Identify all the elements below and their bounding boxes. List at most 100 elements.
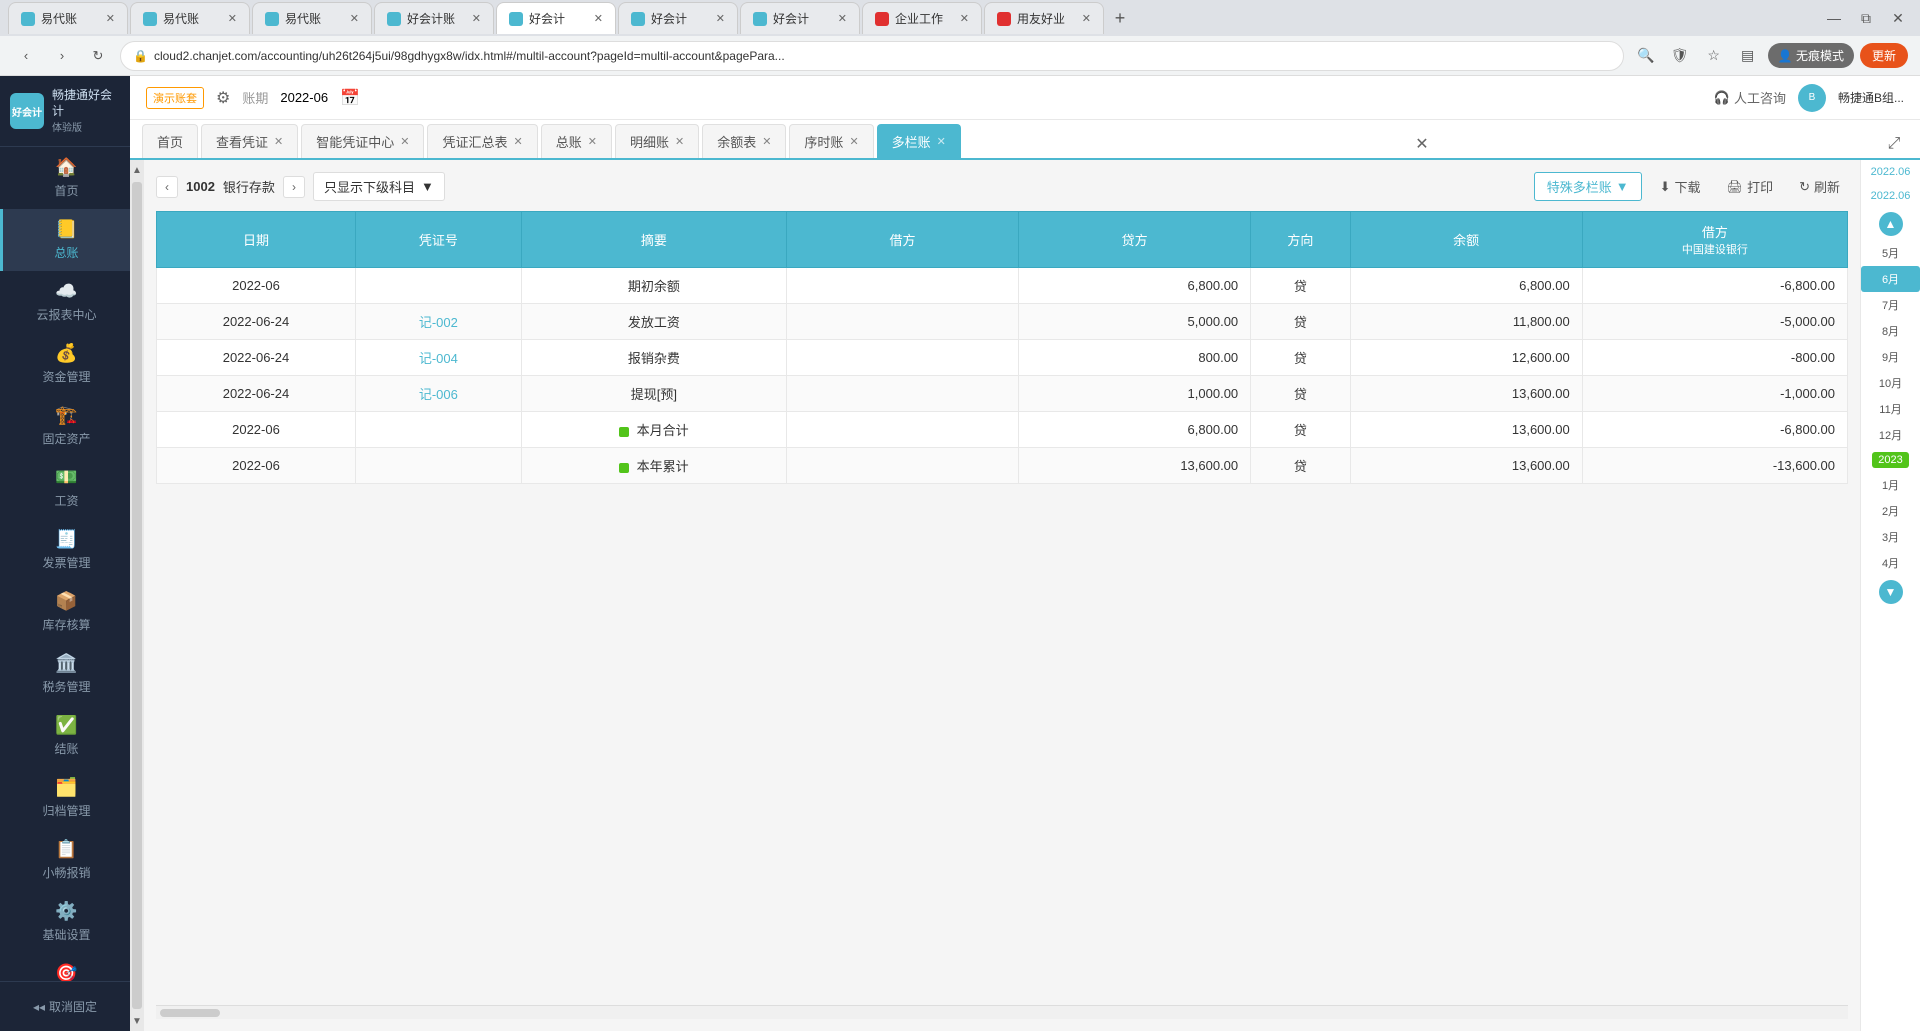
tab-general-ledger[interactable]: 总账 ✕ (541, 124, 612, 158)
calendar-icon[interactable]: 📅 (340, 88, 360, 108)
star-icon[interactable]: ☆ (1700, 42, 1728, 70)
browser-tab-9[interactable]: 用友好业 ✕ (984, 2, 1104, 34)
refresh-button[interactable]: ↻ 刷新 (1791, 173, 1848, 200)
account-prev-button[interactable]: ‹ (156, 176, 178, 198)
pin-button[interactable]: ◂◂ 取消固定 (10, 992, 120, 1021)
expand-panel-button[interactable]: ⤢ (1880, 130, 1908, 158)
sidebar-item-invoice[interactable]: 🧾 发票管理 (0, 519, 130, 581)
sidebar-item-archive[interactable]: 🗂️ 归档管理 (0, 767, 130, 829)
tab-detail-ledger[interactable]: 明细账 ✕ (615, 124, 699, 158)
timeline-month-11[interactable]: 11月 (1861, 396, 1920, 422)
timeline-up-button[interactable]: ▲ (1879, 212, 1903, 236)
browser-tab-5[interactable]: 好会计 ✕ (496, 2, 616, 34)
tab-close-1[interactable]: ✕ (106, 12, 115, 25)
timeline-month-4-2023[interactable]: 4月 (1861, 550, 1920, 576)
sidebar-item-settings[interactable]: ⚙️ 基础设置 (0, 891, 130, 953)
sidebar-item-home[interactable]: 🏠 首页 (0, 147, 130, 209)
sidebar-item-close[interactable]: ✅ 结账 (0, 705, 130, 767)
voucher-link-1[interactable]: 记-002 (419, 315, 458, 330)
scroll-thumb[interactable] (132, 182, 142, 1009)
vertical-scrollbar[interactable]: ▲ ▼ (130, 160, 144, 1031)
settings-toolbar-icon[interactable]: ⚙ (216, 88, 230, 108)
timeline-month-3-2023[interactable]: 3月 (1861, 524, 1920, 550)
consult-button[interactable]: 🎧 人工咨询 (1714, 88, 1786, 107)
search-icon[interactable]: 🔍 (1632, 42, 1660, 70)
browser-tab-6[interactable]: 好会计 ✕ (618, 2, 738, 34)
wuhen-button[interactable]: 👤 无痕模式 (1768, 43, 1854, 68)
browser-tab-3[interactable]: 易代账 ✕ (252, 2, 372, 34)
sidebar-item-expense[interactable]: 📋 小畅报销 (0, 829, 130, 891)
user-name[interactable]: 畅捷通B组... (1838, 89, 1904, 106)
browser-tab-4[interactable]: 好会计账 ✕ (374, 2, 494, 34)
browser-tab-7[interactable]: 好会计 ✕ (740, 2, 860, 34)
tab-balance[interactable]: 余额表 ✕ (702, 124, 786, 158)
user-avatar[interactable]: B (1798, 84, 1826, 112)
browser-tab-1[interactable]: 易代账 ✕ (8, 2, 128, 34)
tab-sequence[interactable]: 序时账 ✕ (789, 124, 873, 158)
tab-close-balance[interactable]: ✕ (762, 135, 771, 148)
sidebar-item-assets[interactable]: 🏗️ 固定资产 (0, 395, 130, 457)
tab-close-voucher[interactable]: ✕ (274, 135, 283, 148)
sidebar-item-ledger[interactable]: 📒 总账 (0, 209, 130, 271)
tab-close-multi[interactable]: ✕ (937, 135, 946, 148)
url-input[interactable]: 🔒 cloud2.chanjet.com/accounting/uh26t264… (120, 41, 1624, 71)
restore-button[interactable]: ⧉ (1852, 4, 1880, 32)
update-button[interactable]: 更新 (1860, 43, 1908, 68)
timeline-year-2023[interactable]: 2023 (1872, 452, 1908, 468)
refresh-nav-button[interactable]: ↻ (84, 42, 112, 70)
timeline-month-6[interactable]: 6月 (1861, 266, 1920, 292)
timeline-month-8[interactable]: 8月 (1861, 318, 1920, 344)
print-button[interactable]: 🖨 打印 (1719, 173, 1782, 200)
tab-close-detail[interactable]: ✕ (675, 135, 684, 148)
voucher-link-3[interactable]: 记-006 (419, 387, 458, 402)
tab-close-8[interactable]: ✕ (960, 12, 969, 25)
timeline-month-12[interactable]: 12月 (1861, 422, 1920, 448)
sidebar-item-salary[interactable]: 💵 工资 (0, 457, 130, 519)
tab-smart-voucher[interactable]: 智能凭证中心 ✕ (301, 124, 424, 158)
tab-close-4[interactable]: ✕ (472, 12, 481, 25)
tab-multi-column[interactable]: 多栏账 ✕ (877, 124, 961, 158)
tab-close-7[interactable]: ✕ (838, 12, 847, 25)
tab-close-6[interactable]: ✕ (716, 12, 725, 25)
timeline-month-10[interactable]: 10月 (1861, 370, 1920, 396)
sidebar-item-tax[interactable]: 🏛️ 税务管理 (0, 643, 130, 705)
scroll-up-button[interactable]: ▲ (130, 160, 144, 180)
timeline-month-7[interactable]: 7月 (1861, 292, 1920, 318)
new-tab-button[interactable]: + (1106, 4, 1134, 32)
tab-close-smart[interactable]: ✕ (400, 135, 409, 148)
demo-badge[interactable]: 演示账套 (146, 87, 204, 109)
voucher-link-2[interactable]: 记-004 (419, 351, 458, 366)
timeline-month-5[interactable]: 5月 (1861, 240, 1920, 266)
tab-home[interactable]: 首页 (142, 124, 198, 158)
sidebar-item-guide[interactable]: 🎯 新手引导 (0, 953, 130, 981)
minimize-button[interactable]: — (1820, 4, 1848, 32)
download-button[interactable]: ⬇ 下载 (1652, 173, 1709, 200)
browser-tab-8[interactable]: 企业工作 ✕ (862, 2, 982, 34)
browser-tab-2[interactable]: 易代账 ✕ (130, 2, 250, 34)
back-button[interactable]: ‹ (12, 42, 40, 70)
collapse-tabs-button[interactable]: ✕ (1408, 130, 1436, 158)
multi-col-button[interactable]: 特殊多栏账 ▼ (1534, 172, 1642, 201)
timeline-month-9[interactable]: 9月 (1861, 344, 1920, 370)
scroll-down-button[interactable]: ▼ (130, 1011, 144, 1031)
tab-voucher-summary[interactable]: 凭证汇总表 ✕ (427, 124, 537, 158)
sidebar-item-report[interactable]: ☁️ 云报表中心 (0, 271, 130, 333)
horizontal-scrollbar[interactable] (156, 1005, 1848, 1019)
timeline-header-2[interactable]: 2022.06 (1867, 184, 1915, 208)
sidebar-item-finance[interactable]: 💰 资金管理 (0, 333, 130, 395)
forward-button[interactable]: › (48, 42, 76, 70)
timeline-month-2-2023[interactable]: 2月 (1861, 498, 1920, 524)
tab-close-5[interactable]: ✕ (594, 12, 603, 25)
timeline-header-1[interactable]: 2022.06 (1867, 160, 1915, 184)
scrollbar-thumb[interactable] (160, 1009, 220, 1017)
subject-filter-dropdown[interactable]: 只显示下级科目 ▼ (313, 172, 445, 201)
sidebar-item-inventory[interactable]: 📦 库存核算 (0, 581, 130, 643)
sidebar-toggle-icon[interactable]: ▤ (1734, 42, 1762, 70)
tab-close-3[interactable]: ✕ (350, 12, 359, 25)
tab-close-general[interactable]: ✕ (588, 135, 597, 148)
tab-close-summary[interactable]: ✕ (514, 135, 523, 148)
tab-close-9[interactable]: ✕ (1082, 12, 1091, 25)
tab-voucher-view[interactable]: 查看凭证 ✕ (201, 124, 298, 158)
tab-close-sequence[interactable]: ✕ (849, 135, 858, 148)
timeline-month-1-2023[interactable]: 1月 (1861, 472, 1920, 498)
